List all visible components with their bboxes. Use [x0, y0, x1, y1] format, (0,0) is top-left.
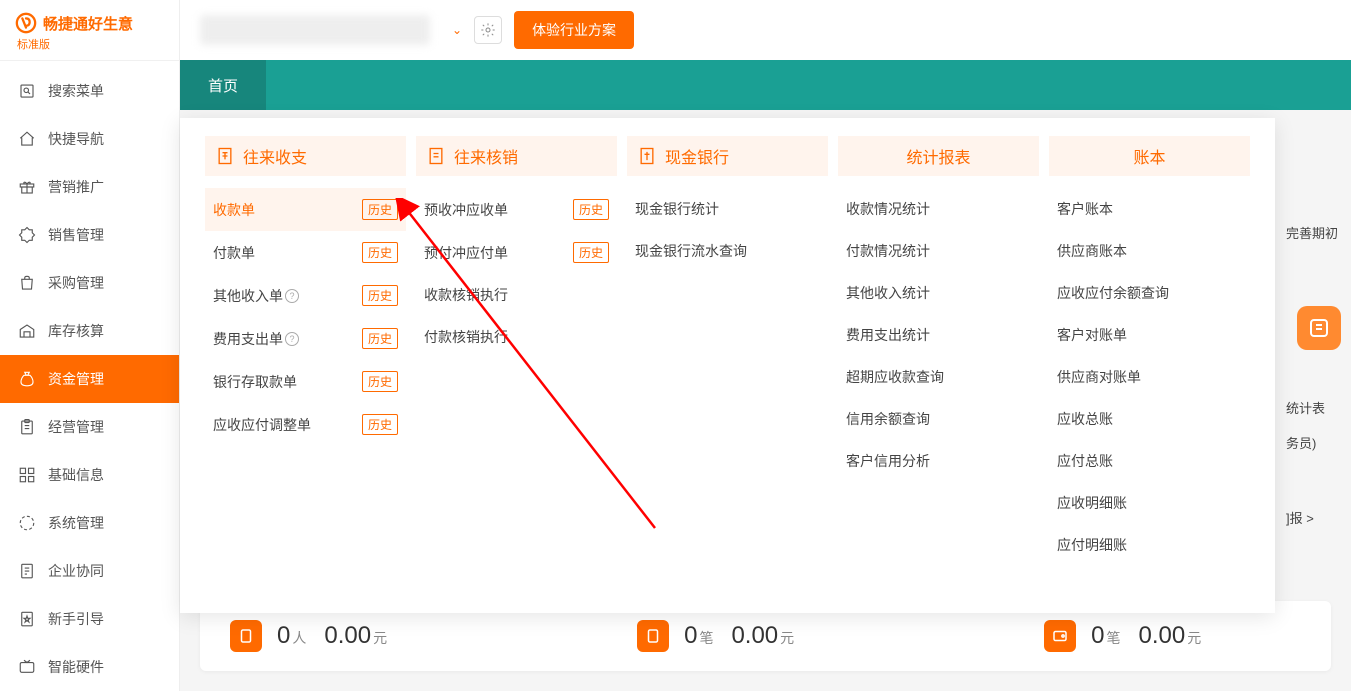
- history-badge[interactable]: 历史: [573, 242, 609, 263]
- cycle-icon: [18, 514, 36, 532]
- home-icon: [18, 130, 36, 148]
- star-doc-icon: [18, 610, 36, 628]
- money-bag-icon: [18, 370, 36, 388]
- tabbar: 首页: [180, 60, 1351, 110]
- search-icon: [18, 82, 36, 100]
- bag-icon: [18, 274, 36, 292]
- nav-system[interactable]: 系统管理: [0, 499, 179, 547]
- flyout-item-bank-transfer[interactable]: 银行存取款单历史: [205, 360, 406, 403]
- flyout-item-supplier-ledger[interactable]: 供应商账本: [1049, 230, 1250, 272]
- nav-business[interactable]: 经营管理: [0, 403, 179, 451]
- flyout-item-ap-ledger[interactable]: 应付总账: [1049, 440, 1250, 482]
- nav-list: 搜索菜单 快捷导航 营销推广 销售管理 采购管理 库存核算 资金管理 经营管理 …: [0, 61, 179, 691]
- stat-icon-person: [230, 620, 262, 652]
- nav-inventory[interactable]: 库存核算: [0, 307, 179, 355]
- nav-search-menu[interactable]: 搜索菜单: [0, 67, 179, 115]
- flyout-item-expense[interactable]: 费用支出单?历史: [205, 317, 406, 360]
- floating-action-badge[interactable]: [1297, 306, 1341, 350]
- receipt-icon: [215, 146, 235, 166]
- nav-marketing[interactable]: 营销推广: [0, 163, 179, 211]
- flyout-item-receipt[interactable]: 收款单历史: [205, 188, 406, 231]
- flyout-item-customer-credit[interactable]: 客户信用分析: [838, 440, 1039, 482]
- stat-block-1: 0人 0.00元: [230, 620, 387, 652]
- flyout-item-payment-stats[interactable]: 付款情况统计: [838, 230, 1039, 272]
- flyout-item-other-income[interactable]: 其他收入单?历史: [205, 274, 406, 317]
- gift-icon: [18, 178, 36, 196]
- flyout-item-ap-detail[interactable]: 应付明细账: [1049, 524, 1250, 566]
- history-badge[interactable]: 历史: [362, 242, 398, 263]
- flyout-header-writeoff: 往来核销: [416, 136, 617, 176]
- company-name-redacted: [200, 15, 430, 45]
- help-icon[interactable]: ?: [285, 332, 299, 346]
- nav-guide[interactable]: 新手引导: [0, 595, 179, 643]
- flyout-item-receipt-writeoff-exec[interactable]: 收款核销执行: [416, 274, 617, 316]
- flyout-item-payment-writeoff-exec[interactable]: 付款核销执行: [416, 316, 617, 358]
- help-icon[interactable]: ?: [285, 289, 299, 303]
- badge-icon: [18, 226, 36, 244]
- flyout-item-ar-ap-balance[interactable]: 应收应付余额查询: [1049, 272, 1250, 314]
- flyout-header-reports: 统计报表: [838, 136, 1039, 176]
- flyout-item-expense-stats[interactable]: 费用支出统计: [838, 314, 1039, 356]
- history-badge[interactable]: 历史: [573, 199, 609, 220]
- bank-icon: [637, 146, 657, 166]
- nav-collab[interactable]: 企业协同: [0, 547, 179, 595]
- flyout-item-receipt-stats[interactable]: 收款情况统计: [838, 188, 1039, 230]
- company-dropdown-caret[interactable]: ⌄: [452, 23, 462, 37]
- flyout-item-ar-ledger[interactable]: 应收总账: [1049, 398, 1250, 440]
- flyout-item-supplier-statement[interactable]: 供应商对账单: [1049, 356, 1250, 398]
- history-badge[interactable]: 历史: [362, 285, 398, 306]
- flyout-item-overdue-query[interactable]: 超期应收款查询: [838, 356, 1039, 398]
- warehouse-icon: [18, 322, 36, 340]
- flyout-item-payment[interactable]: 付款单历史: [205, 231, 406, 274]
- brand-edition: 标准版: [17, 36, 164, 52]
- history-badge[interactable]: 历史: [362, 328, 398, 349]
- nav-finance[interactable]: 资金管理: [0, 355, 179, 403]
- flyout-item-customer-statement[interactable]: 客户对账单: [1049, 314, 1250, 356]
- flyout-item-cash-bank-stats[interactable]: 现金银行统计: [627, 188, 828, 230]
- flyout-item-prereceive-offset[interactable]: 预收冲应收单历史: [416, 188, 617, 231]
- industry-plan-button[interactable]: 体验行业方案: [514, 11, 634, 49]
- logo-area: 畅捷通好生意 标准版: [0, 0, 179, 61]
- sidebar: 畅捷通好生意 标准版 搜索菜单 快捷导航 营销推广 销售管理 采购管理 库存核算…: [0, 0, 180, 691]
- settings-button[interactable]: [474, 16, 502, 44]
- flyout-item-prepay-offset[interactable]: 预付冲应付单历史: [416, 231, 617, 274]
- tv-icon: [18, 658, 36, 676]
- writeoff-icon: [426, 146, 446, 166]
- stat-icon-transaction: [637, 620, 669, 652]
- nav-basic-info[interactable]: 基础信息: [0, 451, 179, 499]
- flyout-col-writeoff: 往来核销 预收冲应收单历史 预付冲应付单历史 收款核销执行 付款核销执行: [416, 136, 617, 583]
- flyout-col-cash-bank: 现金银行 现金银行统计 现金银行流水查询: [627, 136, 828, 583]
- flyout-col-ledger: 账本 客户账本 供应商账本 应收应付余额查询 客户对账单 供应商对账单 应收总账…: [1049, 136, 1250, 583]
- nav-hardware[interactable]: 智能硬件: [0, 643, 179, 691]
- flyout-col-receipts: 往来收支 收款单历史 付款单历史 其他收入单?历史 费用支出单?历史 银行存取款…: [205, 136, 406, 583]
- history-badge[interactable]: 历史: [362, 199, 398, 220]
- flyout-item-credit-balance[interactable]: 信用余额查询: [838, 398, 1039, 440]
- flyout-item-customer-ledger[interactable]: 客户账本: [1049, 188, 1250, 230]
- stat-icon-wallet: [1044, 620, 1076, 652]
- nav-purchase[interactable]: 采购管理: [0, 259, 179, 307]
- stat-block-2: 0笔 0.00元: [637, 620, 794, 652]
- flyout-item-ar-detail[interactable]: 应收明细账: [1049, 482, 1250, 524]
- brand-logo-icon: [15, 12, 37, 34]
- tab-home[interactable]: 首页: [180, 60, 266, 110]
- flyout-item-adjustment[interactable]: 应收应付调整单历史: [205, 403, 406, 446]
- clipboard-icon: [18, 418, 36, 436]
- flyout-item-cash-bank-flow[interactable]: 现金银行流水查询: [627, 230, 828, 272]
- flyout-header-receipts: 往来收支: [205, 136, 406, 176]
- grid-icon: [18, 466, 36, 484]
- flyout-col-reports: 统计报表 收款情况统计 付款情况统计 其他收入统计 费用支出统计 超期应收款查询…: [838, 136, 1039, 583]
- flyout-header-ledger: 账本: [1049, 136, 1250, 176]
- nav-quick-nav[interactable]: 快捷导航: [0, 115, 179, 163]
- stat-block-3: 0笔 0.00元: [1044, 620, 1201, 652]
- nav-sales[interactable]: 销售管理: [0, 211, 179, 259]
- right-edge-content: 完善期初 统计表 务员) ]报 >: [1281, 185, 1351, 535]
- finance-flyout: 往来收支 收款单历史 付款单历史 其他收入单?历史 费用支出单?历史 银行存取款…: [180, 118, 1275, 613]
- topbar: ⌄ 体验行业方案: [180, 0, 1351, 60]
- flyout-item-other-income-stats[interactable]: 其他收入统计: [838, 272, 1039, 314]
- history-badge[interactable]: 历史: [362, 414, 398, 435]
- doc-icon: [18, 562, 36, 580]
- brand-name: 畅捷通好生意: [43, 13, 133, 34]
- flyout-header-cash-bank: 现金银行: [627, 136, 828, 176]
- history-badge[interactable]: 历史: [362, 371, 398, 392]
